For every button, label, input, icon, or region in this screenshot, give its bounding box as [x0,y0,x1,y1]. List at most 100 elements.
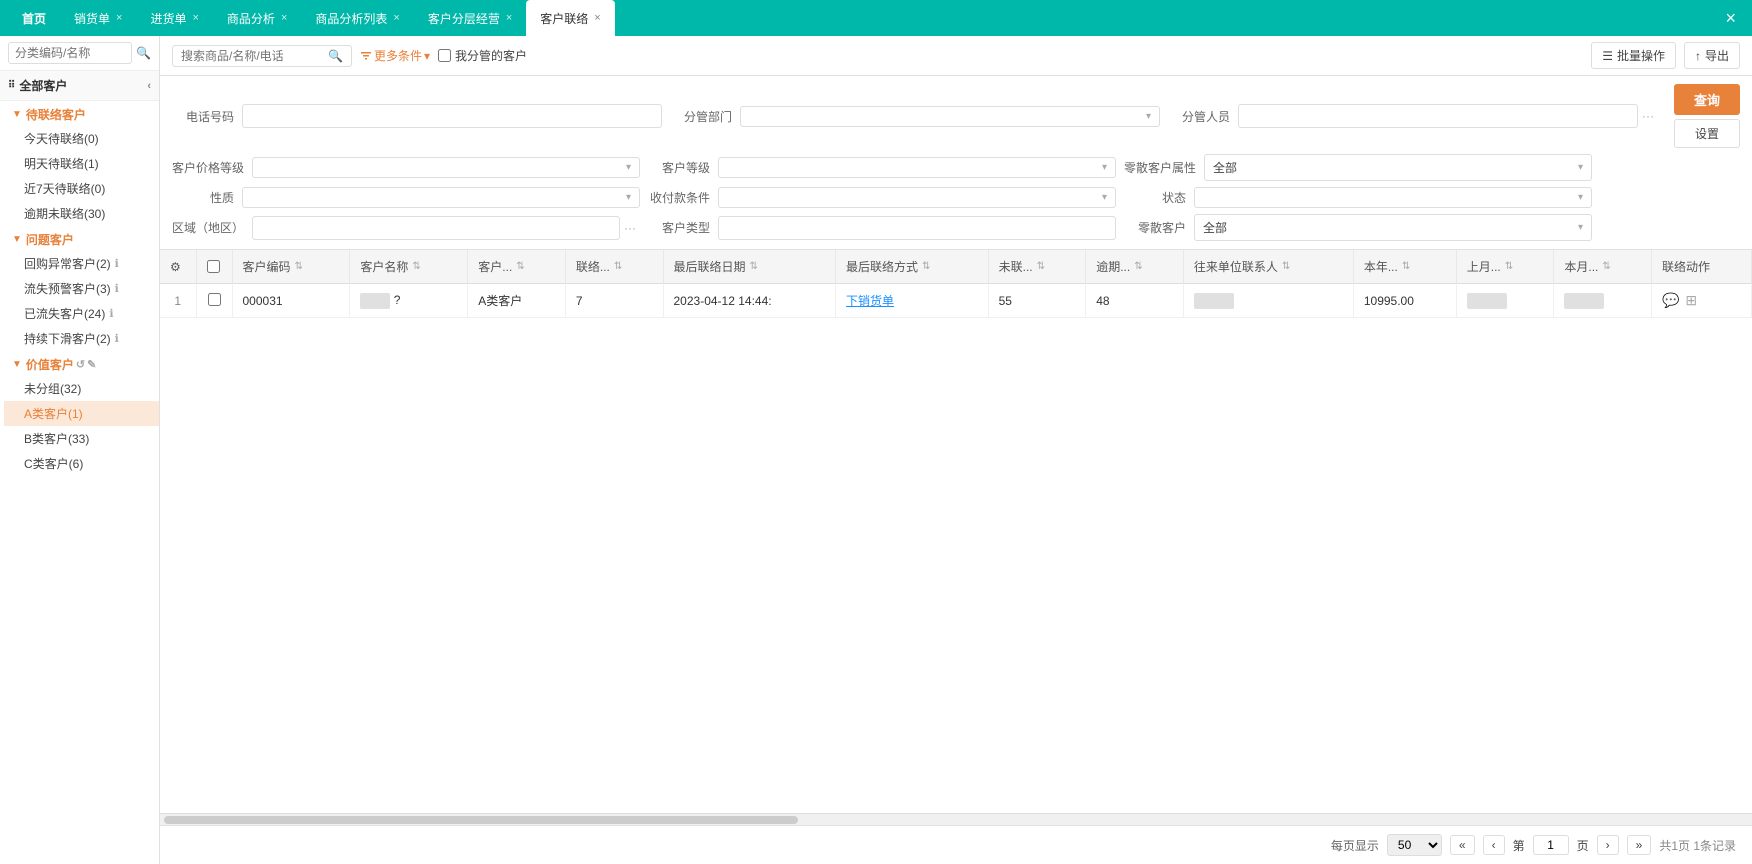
retail-customer-select[interactable]: 全部 ▾ [1194,214,1592,241]
col-uncontacted[interactable]: 未联... ⇅ [988,250,1086,284]
chevron-down-icon: ▾ [1578,192,1583,203]
nav-analysis-list-close[interactable]: × [393,12,399,24]
filter-customer-level: 客户等级 ▾ [648,157,1116,178]
phone-input[interactable] [242,104,662,128]
col-settings[interactable]: ⚙ [160,250,196,284]
sidebar-group-problem[interactable]: ▼ 问题客户 [0,226,159,251]
sidebar-item-today[interactable]: 今天待联络(0) [4,126,159,151]
batch-op-button[interactable]: ☰ 批量操作 [1591,42,1676,69]
grid-action-icon[interactable]: ⊞ [1685,292,1697,309]
filter-phone: 电话号码 [172,104,662,128]
sidebar-item-tomorrow[interactable]: 明天待联络(1) [4,151,159,176]
col-type[interactable]: 客户... ⇅ [468,250,566,284]
filter-nature: 性质 ▾ [172,187,640,208]
sidebar-collapse-icon[interactable]: ‹ [147,80,151,92]
person-input[interactable] [1238,104,1638,128]
sidebar-item-a-class[interactable]: A类客户(1) [4,401,159,426]
query-button[interactable]: 查询 [1674,84,1740,115]
region-more-icon[interactable]: ··· [620,221,640,235]
page-number-input[interactable] [1533,835,1569,855]
next-page-button[interactable]: › [1597,835,1619,855]
more-filters-btn[interactable]: 更多条件 ▾ [360,47,430,64]
prev-page-button[interactable]: ‹ [1483,835,1505,855]
sidebar-item-b-class[interactable]: B类客户(33) [4,426,159,451]
info-icon-4[interactable]: ℹ [115,332,119,345]
settings-button[interactable]: 设置 [1674,119,1740,148]
nav-analysis[interactable]: 商品分析 × [213,0,301,36]
row-checkbox[interactable] [208,293,221,306]
payment-select[interactable]: ▾ [718,187,1116,208]
col-name[interactable]: 客户名称 ⇅ [350,250,468,284]
person-more-icon[interactable]: ··· [1638,109,1658,123]
info-icon-2[interactable]: ℹ [115,282,119,295]
sort-icon: ⇅ [614,261,622,272]
my-customers-checkbox[interactable] [438,49,451,62]
nav-analysis-close[interactable]: × [281,12,287,24]
first-page-button[interactable]: « [1450,835,1475,855]
nav-customer-contact-close[interactable]: × [594,12,600,24]
edit-icon[interactable]: ✎ [87,358,96,371]
status-select[interactable]: ▾ [1194,187,1592,208]
customer-type-input[interactable] [718,216,1116,240]
nav-close-all[interactable]: × [1717,8,1744,29]
nav-purchase-close[interactable]: × [192,12,198,24]
col-this-year[interactable]: 本年... ⇅ [1353,250,1456,284]
nav-customer-tier[interactable]: 客户分层经营 × [414,0,526,36]
select-all-checkbox[interactable] [207,260,220,273]
sidebar-item-7days[interactable]: 近7天待联络(0) [4,176,159,201]
customer-level-select[interactable]: ▾ [718,157,1116,178]
sidebar-search-input[interactable] [8,42,132,64]
nav-purchase[interactable]: 进货单 × [136,0,212,36]
last-month-cell [1456,284,1554,318]
last-page-button[interactable]: » [1627,835,1652,855]
nav-analysis-list[interactable]: 商品分析列表 × [301,0,413,36]
sidebar-item-churned[interactable]: 已流失客户(24) ℹ [4,301,159,326]
contact-num-cell: 7 [565,284,663,318]
col-last-method[interactable]: 最后联络方式 ⇅ [835,250,988,284]
col-this-month[interactable]: 本月... ⇅ [1554,250,1652,284]
search-input[interactable] [181,49,324,63]
filter-dept: 分管部门 ▾ [670,106,1160,127]
sidebar-group-pending[interactable]: ▼ 待联络客户 [0,101,159,126]
col-contact-person[interactable]: 往来单位联系人 ⇅ [1183,250,1353,284]
sidebar-item-overdue[interactable]: 逾期未联络(30) [4,201,159,226]
chat-action-icon[interactable]: 💬 [1662,292,1679,309]
last-method-link[interactable]: 下销货单 [846,294,894,308]
nav-customer-tier-close[interactable]: × [506,12,512,24]
nav-customer-contact[interactable]: 客户联络 × [526,0,614,36]
sidebar-item-declining[interactable]: 持续下滑客户(2) ℹ [4,326,159,351]
col-code[interactable]: 客户编码 ⇅ [232,250,350,284]
search-icon[interactable]: 🔍 [328,49,343,63]
refresh-icon[interactable]: ↺ [76,358,85,371]
nature-select[interactable]: ▾ [242,187,640,208]
nav-sales-close[interactable]: × [116,12,122,24]
sidebar-all-customers[interactable]: ⠿ 全部客户 ‹ [0,71,159,101]
horizontal-scrollbar[interactable] [160,813,1752,825]
retail-attr-select[interactable]: 全部 ▾ [1204,154,1592,181]
col-overdue[interactable]: 逾期... ⇅ [1086,250,1184,284]
sidebar-item-rebuy-abnormal[interactable]: 回购异常客户(2) ℹ [4,251,159,276]
export-button[interactable]: ↑ 导出 [1684,42,1740,69]
dept-select[interactable]: ▾ [740,106,1160,127]
filter-region: 区域（地区） ··· [172,216,640,240]
contact-person-cell [1183,284,1353,318]
info-icon-1[interactable]: ℹ [115,257,119,270]
nav-home[interactable]: 首页 [8,0,60,36]
sidebar-item-ungrouped[interactable]: 未分组(32) [4,376,159,401]
col-contact-num[interactable]: 联络... ⇅ [565,250,663,284]
col-last-date[interactable]: 最后联络日期 ⇅ [663,250,835,284]
scroll-thumb[interactable] [164,816,798,824]
last-method-cell: 下销货单 [835,284,988,318]
sidebar-item-churn-warning[interactable]: 流失预警客户(3) ℹ [4,276,159,301]
nav-sales[interactable]: 销货单 × [60,0,136,36]
sidebar-search-icon[interactable]: 🔍 [136,46,151,60]
col-last-month[interactable]: 上月... ⇅ [1456,250,1554,284]
info-icon-3[interactable]: ℹ [109,307,113,320]
region-input[interactable] [252,216,620,240]
top-navigation: 首页 销货单 × 进货单 × 商品分析 × 商品分析列表 × 客户分层经营 × … [0,0,1752,36]
sidebar-item-c-class[interactable]: C类客户(6) [4,451,159,476]
sidebar-group-value[interactable]: ▼ 价值客户 ↺ ✎ [0,351,159,376]
page-size-select[interactable]: 50 100 200 [1387,834,1442,856]
filter-action-buttons: 查询 设置 [1674,84,1740,148]
price-level-select[interactable]: ▾ [252,157,640,178]
